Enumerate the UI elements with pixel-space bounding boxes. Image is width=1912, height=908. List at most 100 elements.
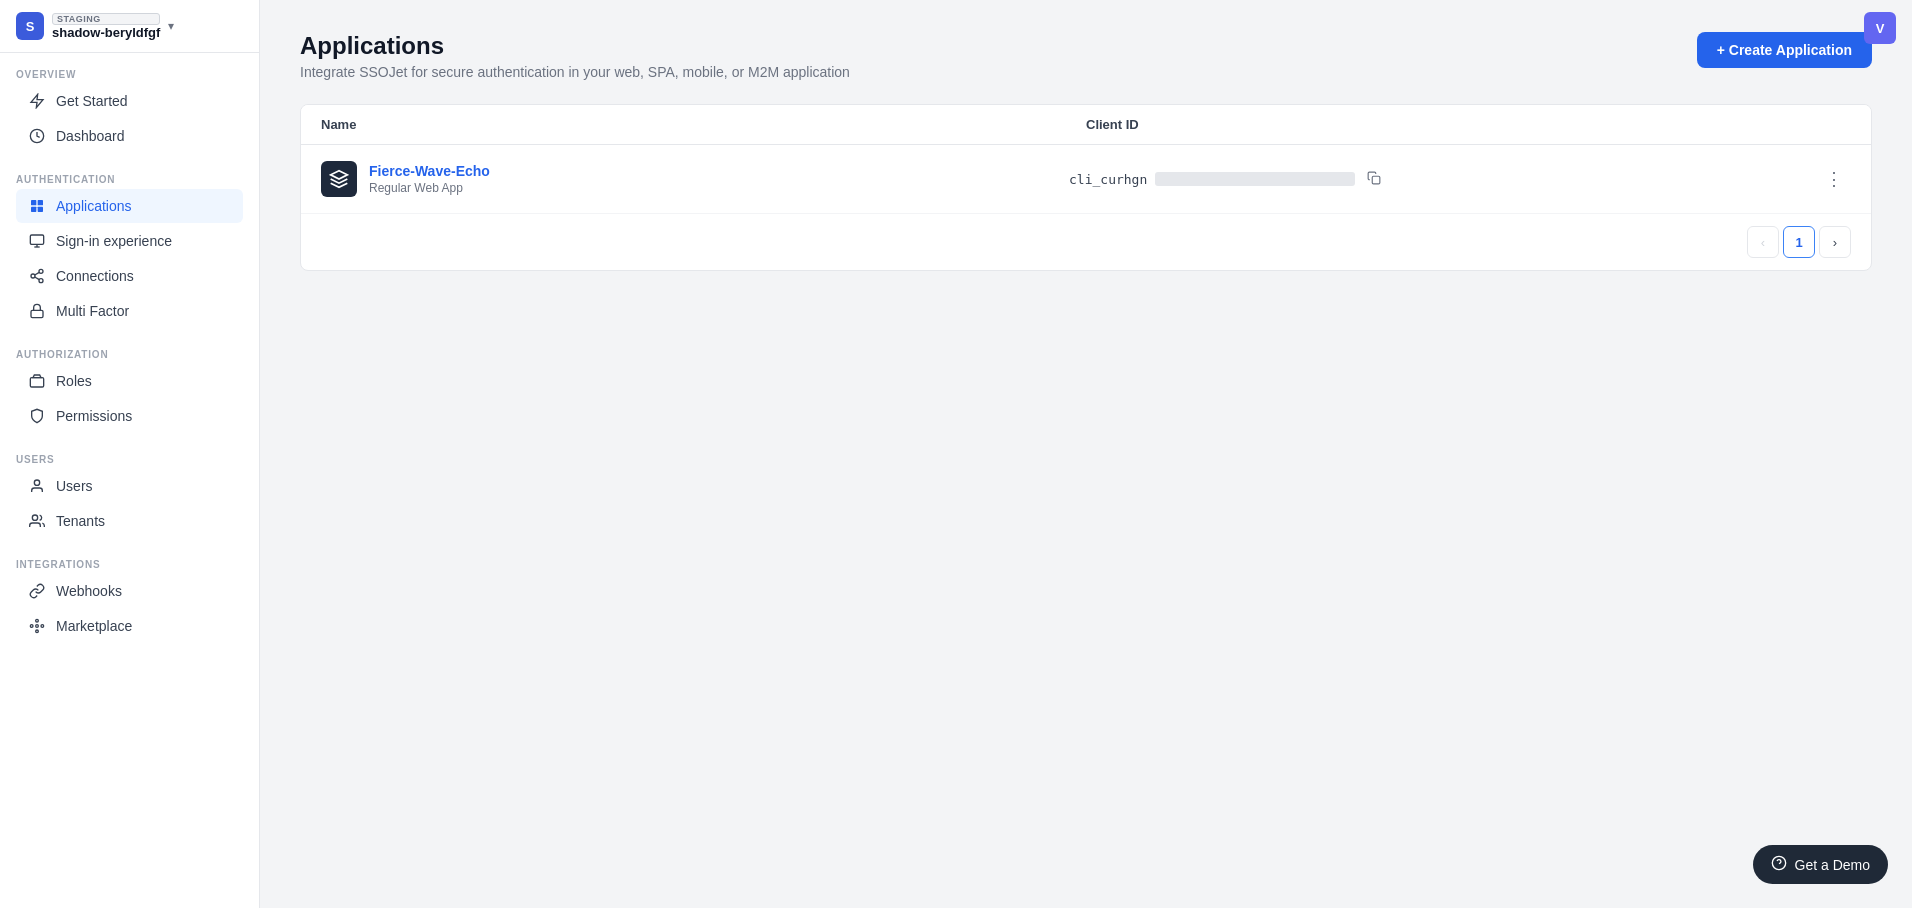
sidebar-item-label: Users — [56, 478, 93, 494]
svg-line-12 — [35, 277, 40, 280]
svg-point-16 — [34, 480, 39, 485]
tenants-icon — [28, 512, 46, 530]
sidebar-item-label: Permissions — [56, 408, 132, 424]
svg-point-21 — [30, 625, 33, 628]
overview-section: OVERVIEW Get Started Dashboard — [0, 53, 259, 158]
sidebar-item-label: Dashboard — [56, 128, 125, 144]
integrations-label: INTEGRATIONS — [16, 559, 251, 570]
overview-label: OVERVIEW — [16, 69, 251, 80]
app-name-block: Fierce-Wave-Echo Regular Web App — [369, 163, 490, 195]
users-section: USERS Users Tenants — [0, 438, 259, 543]
app-name: Fierce-Wave-Echo — [369, 163, 490, 179]
svg-point-9 — [39, 269, 43, 273]
col-header-name: Name — [321, 117, 1086, 132]
sidebar-item-roles[interactable]: Roles — [16, 364, 243, 398]
users-label: USERS — [16, 454, 251, 465]
sidebar: S STAGING shadow-beryldfgf ▾ OVERVIEW Ge… — [0, 0, 260, 908]
sidebar-item-marketplace[interactable]: Marketplace — [16, 609, 243, 643]
svg-point-17 — [32, 515, 37, 520]
user-icon — [28, 477, 46, 495]
sidebar-item-label: Tenants — [56, 513, 105, 529]
svg-marker-0 — [31, 94, 43, 107]
shield-icon — [28, 407, 46, 425]
monitor-icon — [28, 232, 46, 250]
svg-point-10 — [31, 274, 35, 278]
authorization-label: AUTHORIZATION — [16, 349, 251, 360]
svg-rect-23 — [1373, 176, 1381, 184]
sidebar-item-tenants[interactable]: Tenants — [16, 504, 243, 538]
brand-name: shadow-beryldfgf — [52, 25, 160, 40]
row-actions: ⋮ — [1817, 164, 1851, 194]
main-content: Applications Integrate SSOJet for secure… — [260, 0, 1912, 908]
more-actions-button[interactable]: ⋮ — [1817, 164, 1851, 194]
svg-rect-5 — [38, 207, 43, 212]
svg-point-22 — [41, 625, 44, 628]
sidebar-item-get-started[interactable]: Get Started — [16, 84, 243, 118]
marketplace-icon — [28, 617, 46, 635]
sidebar-item-label: Applications — [56, 198, 132, 214]
sidebar-item-permissions[interactable]: Permissions — [16, 399, 243, 433]
sidebar-item-sign-in-experience[interactable]: Sign-in experience — [16, 224, 243, 258]
svg-point-20 — [36, 630, 39, 633]
authorization-section: AUTHORIZATION Roles Permissions — [0, 333, 259, 438]
app-icon — [321, 161, 357, 197]
sidebar-item-label: Roles — [56, 373, 92, 389]
client-id-prefix: cli_curhgn — [1069, 172, 1147, 187]
sidebar-item-label: Sign-in experience — [56, 233, 172, 249]
sidebar-item-dashboard[interactable]: Dashboard — [16, 119, 243, 153]
sidebar-item-label: Get Started — [56, 93, 128, 109]
copy-icon[interactable] — [1363, 167, 1385, 192]
sidebar-item-connections[interactable]: Connections — [16, 259, 243, 293]
brand-avatar: S — [16, 12, 44, 40]
pagination-page-1-button[interactable]: 1 — [1783, 226, 1815, 258]
svg-point-19 — [36, 619, 39, 622]
pagination: ‹ 1 › — [301, 214, 1871, 270]
staging-badge: STAGING — [52, 13, 160, 25]
svg-rect-3 — [38, 200, 43, 205]
svg-rect-15 — [30, 378, 43, 387]
page-header: Applications Integrate SSOJet for secure… — [300, 32, 1872, 80]
bolt-icon — [28, 92, 46, 110]
pagination-next-button[interactable]: › — [1819, 226, 1851, 258]
page-title: Applications — [300, 32, 850, 60]
get-demo-button[interactable]: Get a Demo — [1753, 845, 1888, 884]
svg-rect-4 — [31, 207, 36, 212]
page-header-text: Applications Integrate SSOJet for secure… — [300, 32, 850, 80]
sidebar-item-webhooks[interactable]: Webhooks — [16, 574, 243, 608]
client-id-masked — [1155, 172, 1355, 186]
integrations-section: INTEGRATIONS Webhooks Marketplac — [0, 543, 259, 648]
sidebar-item-label: Marketplace — [56, 618, 132, 634]
sidebar-item-applications[interactable]: Applications — [16, 189, 243, 223]
roles-icon — [28, 372, 46, 390]
sidebar-item-label: Connections — [56, 268, 134, 284]
user-avatar[interactable]: V — [1864, 12, 1896, 44]
create-application-button[interactable]: + Create Application — [1697, 32, 1872, 68]
webhooks-icon — [28, 582, 46, 600]
svg-point-18 — [36, 625, 39, 628]
demo-button-label: Get a Demo — [1795, 857, 1870, 873]
table-header: Name Client ID — [301, 105, 1871, 145]
sidebar-item-users[interactable]: Users — [16, 469, 243, 503]
app-info-cell: Fierce-Wave-Echo Regular Web App — [321, 161, 1069, 197]
authentication-section: AUTHENTICATION Applications Sign — [0, 158, 259, 333]
applications-table: Name Client ID Fierce-Wave-Echo Regular … — [300, 104, 1872, 271]
svg-rect-6 — [30, 235, 43, 244]
app-type: Regular Web App — [369, 181, 490, 195]
table-row[interactable]: Fierce-Wave-Echo Regular Web App cli_cur… — [301, 145, 1871, 214]
pagination-prev-button[interactable]: ‹ — [1747, 226, 1779, 258]
lock-icon — [28, 302, 46, 320]
page-subtitle: Integrate SSOJet for secure authenticati… — [300, 64, 850, 80]
brand-info: STAGING shadow-beryldfgf — [52, 13, 160, 40]
dashboard-icon — [28, 127, 46, 145]
sidebar-item-multi-factor[interactable]: Multi Factor — [16, 294, 243, 328]
svg-rect-2 — [31, 200, 36, 205]
applications-icon — [28, 197, 46, 215]
authentication-label: AUTHENTICATION — [16, 174, 251, 185]
brand-selector[interactable]: S STAGING shadow-beryldfgf ▾ — [16, 12, 174, 40]
brand-chevron-icon: ▾ — [168, 19, 174, 33]
col-header-client-id: Client ID — [1086, 117, 1851, 132]
svg-rect-14 — [31, 310, 43, 317]
connections-icon — [28, 267, 46, 285]
demo-circle-icon — [1771, 855, 1787, 874]
client-id-cell: cli_curhgn — [1069, 167, 1817, 192]
